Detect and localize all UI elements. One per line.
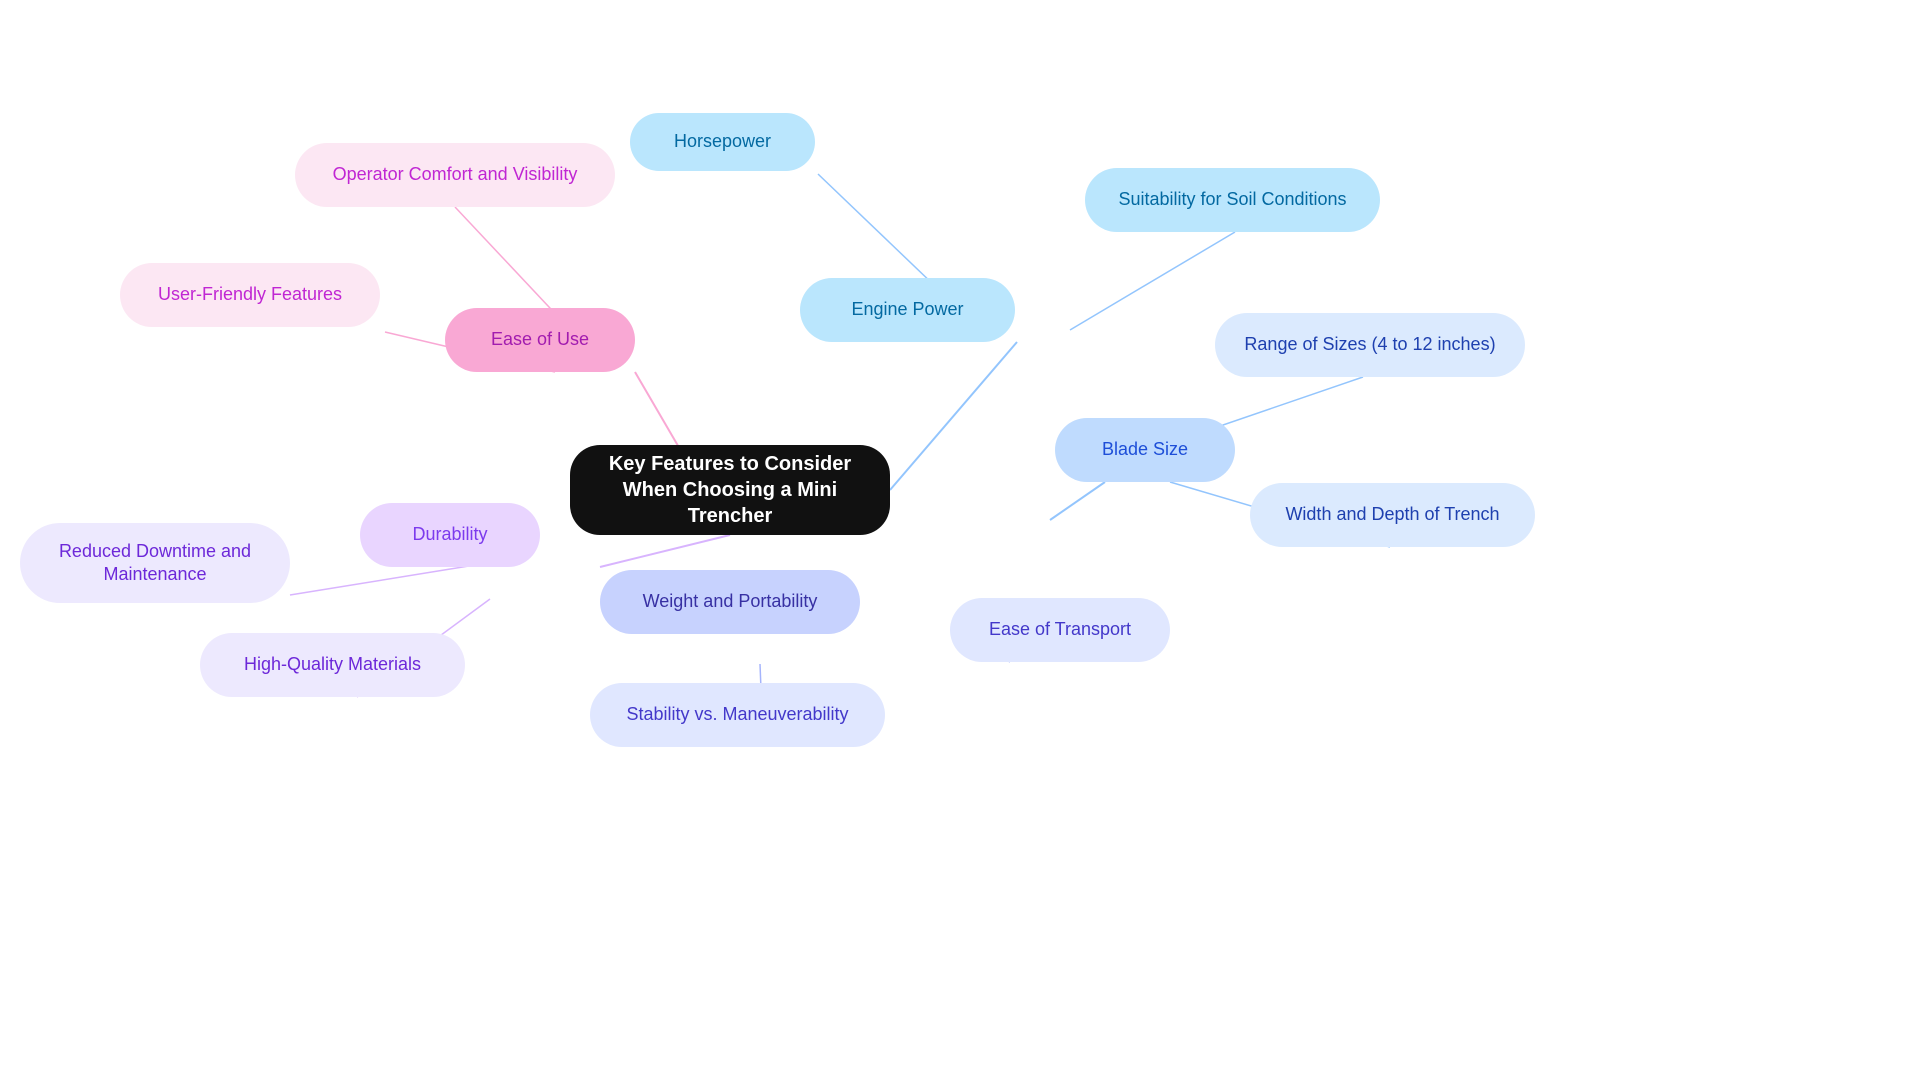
ease-transport-label: Ease of Transport bbox=[989, 618, 1131, 641]
engine-power-label: Engine Power bbox=[851, 298, 963, 321]
operator-comfort-node: Operator Comfort and Visibility bbox=[295, 143, 615, 207]
high-quality-node: High-Quality Materials bbox=[200, 633, 465, 697]
reduced-downtime-label: Reduced Downtime and Maintenance bbox=[48, 540, 262, 587]
engine-power-node: Engine Power bbox=[800, 278, 1015, 342]
blade-size-label: Blade Size bbox=[1102, 438, 1188, 461]
stability-label: Stability vs. Maneuverability bbox=[626, 703, 848, 726]
blade-size-node: Blade Size bbox=[1055, 418, 1235, 482]
durability-node: Durability bbox=[360, 503, 540, 567]
operator-comfort-label: Operator Comfort and Visibility bbox=[333, 163, 578, 186]
reduced-downtime-node: Reduced Downtime and Maintenance bbox=[20, 523, 290, 603]
ease-transport-node: Ease of Transport bbox=[950, 598, 1170, 662]
stability-node: Stability vs. Maneuverability bbox=[590, 683, 885, 747]
width-depth-node: Width and Depth of Trench bbox=[1250, 483, 1535, 547]
soil-conditions-label: Suitability for Soil Conditions bbox=[1118, 188, 1346, 211]
horsepower-node: Horsepower bbox=[630, 113, 815, 171]
weight-portability-label: Weight and Portability bbox=[643, 590, 818, 613]
range-sizes-label: Range of Sizes (4 to 12 inches) bbox=[1244, 333, 1495, 356]
horsepower-label: Horsepower bbox=[674, 130, 771, 153]
soil-conditions-node: Suitability for Soil Conditions bbox=[1085, 168, 1380, 232]
center-label: Key Features to Consider When Choosing a… bbox=[598, 451, 862, 529]
durability-label: Durability bbox=[412, 523, 487, 546]
weight-portability-node: Weight and Portability bbox=[600, 570, 860, 634]
width-depth-label: Width and Depth of Trench bbox=[1285, 503, 1499, 526]
user-friendly-node: User-Friendly Features bbox=[120, 263, 380, 327]
high-quality-label: High-Quality Materials bbox=[244, 653, 421, 676]
ease-of-use-node: Ease of Use bbox=[445, 308, 635, 372]
ease-of-use-label: Ease of Use bbox=[491, 328, 589, 351]
range-sizes-node: Range of Sizes (4 to 12 inches) bbox=[1215, 313, 1525, 377]
user-friendly-label: User-Friendly Features bbox=[158, 283, 342, 306]
center-node: Key Features to Consider When Choosing a… bbox=[570, 445, 890, 535]
